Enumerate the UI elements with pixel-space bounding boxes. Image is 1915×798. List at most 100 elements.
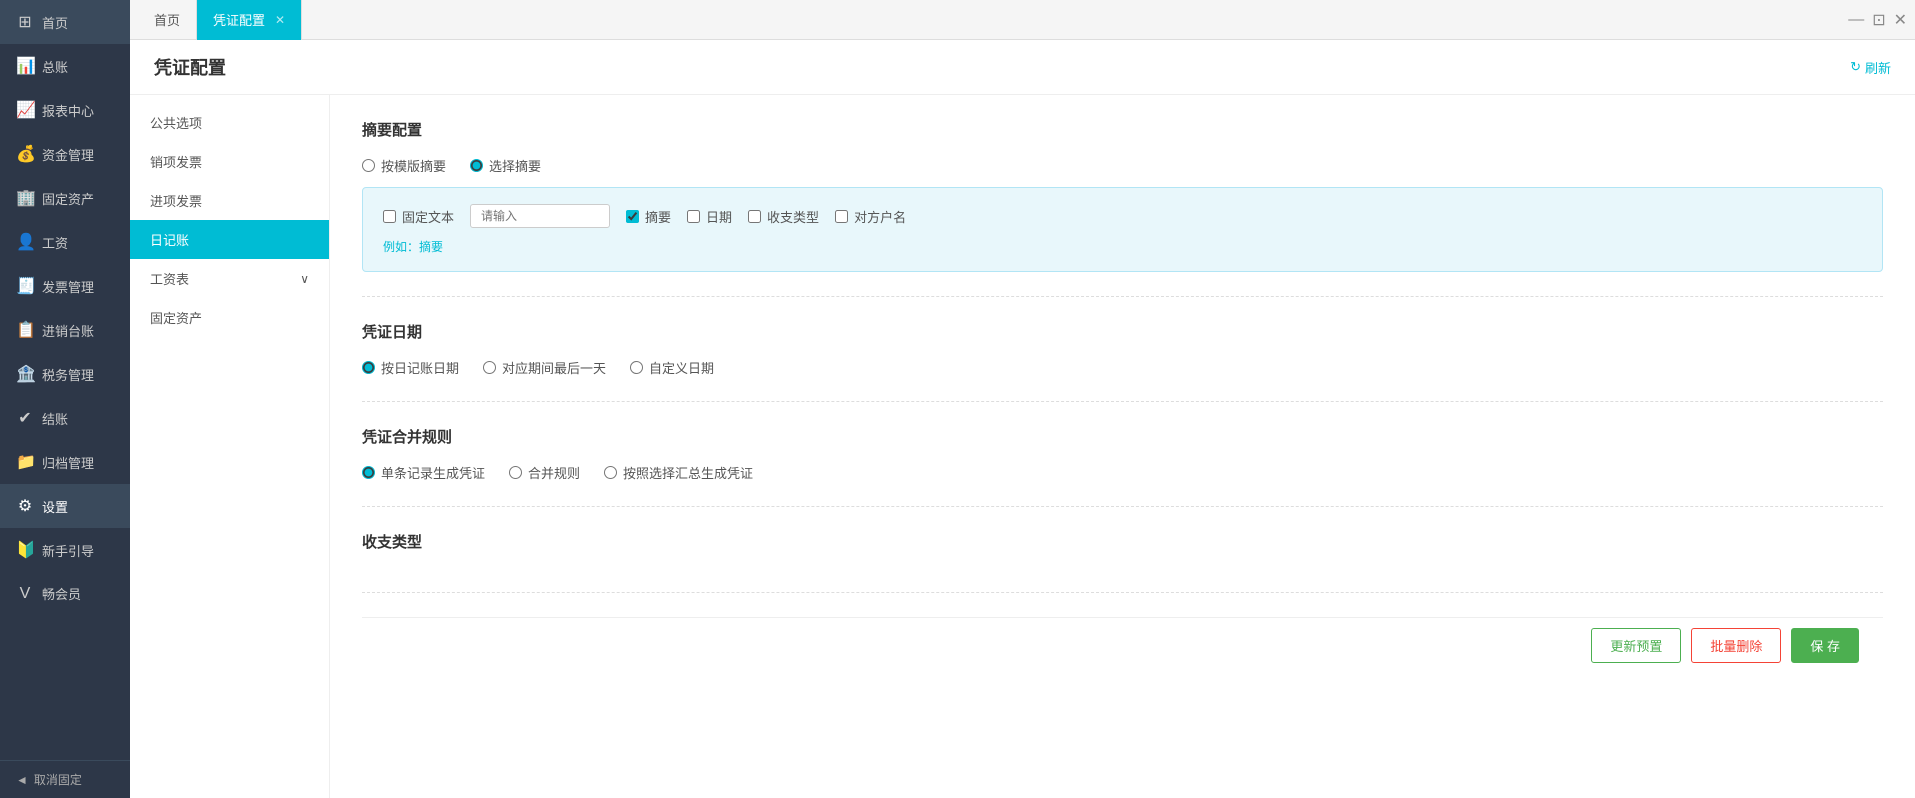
cancel-pin-label: 取消固定 [34, 771, 82, 788]
custom-date-radio[interactable]: 自定义日期 [630, 358, 714, 377]
sidebar-item-settings[interactable]: ⚙ 设置 [0, 484, 130, 528]
cancel-pin-button[interactable]: ◄ 取消固定 [0, 760, 130, 798]
tab-home[interactable]: 首页 [138, 0, 197, 40]
sidebar-item-tax[interactable]: 🏦 税务管理 [0, 352, 130, 396]
reports-icon: 📈 [16, 100, 34, 120]
summary-checkbox[interactable]: 摘要 [626, 207, 671, 226]
minimize-button[interactable]: — [1848, 11, 1864, 29]
select-summary-radio[interactable]: 选择摘要 [470, 156, 541, 175]
left-nav: 公共选项 销项发票 进项发票 日记账 工资表 ∨ 固定资产 [130, 95, 330, 798]
summary-input[interactable] [626, 210, 639, 223]
nav-item-payroll-sheet[interactable]: 工资表 ∨ [130, 259, 329, 298]
custom-date-input[interactable] [630, 361, 643, 374]
income-type-checkbox[interactable]: 收支类型 [748, 207, 819, 226]
sidebar-item-ledger[interactable]: 📊 总账 [0, 44, 130, 88]
tab-voucher-config-label: 凭证配置 [213, 10, 265, 29]
refresh-button[interactable]: ↻ 刷新 [1850, 58, 1891, 77]
settings-icon: ⚙ [16, 496, 34, 516]
nav-item-payroll-sheet-label: 工资表 [150, 269, 189, 288]
summary-options-row: 固定文本 摘要 日期 收支类型 [383, 204, 1862, 228]
sidebar-item-guide[interactable]: 🔰 新手引导 [0, 528, 130, 572]
chevron-down-icon: ∨ [300, 272, 309, 286]
summary-config-box: 固定文本 摘要 日期 收支类型 [362, 187, 1883, 272]
close-window-button[interactable]: ✕ [1894, 10, 1907, 30]
sidebar-item-payroll[interactable]: 👤 工资 [0, 220, 130, 264]
single-record-radio[interactable]: 单条记录生成凭证 [362, 463, 485, 482]
payroll-icon: 👤 [16, 232, 34, 252]
fixed-text-checkbox[interactable]: 固定文本 [383, 207, 454, 226]
date-checkbox[interactable]: 日期 [687, 207, 732, 226]
vip-icon: V [16, 585, 34, 603]
summary-label: 摘要 [645, 207, 671, 226]
nav-item-sales-invoice-label: 销项发票 [150, 152, 202, 171]
fixed-text-input[interactable] [383, 210, 396, 223]
update-preview-button[interactable]: 更新预置 [1591, 628, 1681, 663]
batch-delete-button[interactable]: 批量删除 [1691, 628, 1781, 663]
select-summary-gen-radio[interactable]: 按照选择汇总生成凭证 [604, 463, 753, 482]
journal-date-radio[interactable]: 按日记账日期 [362, 358, 459, 377]
custom-date-label: 自定义日期 [649, 358, 714, 377]
income-type-input[interactable] [748, 210, 761, 223]
sidebar-item-archive[interactable]: 📁 归档管理 [0, 440, 130, 484]
sidebar-item-label: 进销台账 [42, 321, 94, 340]
sidebar-item-vip[interactable]: V 畅会员 [0, 572, 130, 615]
sidebar-item-reports[interactable]: 📈 报表中心 [0, 88, 130, 132]
nav-item-purchase-invoice-label: 进项发票 [150, 191, 202, 210]
merge-rule-radio[interactable]: 合并规则 [509, 463, 580, 482]
merge-rule-input[interactable] [509, 466, 522, 479]
nav-item-fixed-assets[interactable]: 固定资产 [130, 298, 329, 337]
journal-date-label: 按日记账日期 [381, 358, 459, 377]
counterpart-checkbox[interactable]: 对方户名 [835, 207, 906, 226]
nav-item-journal[interactable]: 日记账 [130, 220, 329, 259]
content-area: 公共选项 销项发票 进项发票 日记账 工资表 ∨ 固定资产 摘要配置 [130, 95, 1915, 798]
sidebar-item-label: 总账 [42, 57, 68, 76]
select-summary-input[interactable] [470, 159, 483, 172]
tab-bar: 首页 凭证配置 ✕ — ⊡ ✕ [130, 0, 1915, 40]
tab-home-label: 首页 [154, 10, 180, 29]
action-bar: 更新预置 批量删除 保 存 [362, 617, 1883, 673]
template-summary-radio[interactable]: 按模版摘要 [362, 156, 446, 175]
sidebar: ⊞ 首页 📊 总账 📈 报表中心 💰 资金管理 🏢 固定资产 👤 工资 🧾 发票… [0, 0, 130, 798]
nav-item-purchase-invoice[interactable]: 进项发票 [130, 181, 329, 220]
assets-icon: 🏢 [16, 188, 34, 208]
sidebar-item-home[interactable]: ⊞ 首页 [0, 0, 130, 44]
date-input[interactable] [687, 210, 700, 223]
fixed-text-field[interactable] [470, 204, 610, 228]
select-summary-gen-input[interactable] [604, 466, 617, 479]
income-type-label: 收支类型 [767, 207, 819, 226]
sidebar-item-funds[interactable]: 💰 资金管理 [0, 132, 130, 176]
pin-icon: ◄ [16, 773, 28, 787]
merge-radio-group: 单条记录生成凭证 合并规则 按照选择汇总生成凭证 [362, 463, 1883, 482]
template-summary-input[interactable] [362, 159, 375, 172]
merge-title: 凭证合并规则 [362, 426, 1883, 447]
counterpart-input[interactable] [835, 210, 848, 223]
maximize-button[interactable]: ⊡ [1872, 10, 1885, 30]
template-summary-label: 按模版摘要 [381, 156, 446, 175]
close-tab-icon[interactable]: ✕ [275, 13, 285, 27]
journal-date-input[interactable] [362, 361, 375, 374]
sidebar-item-sales-ledger[interactable]: 📋 进销台账 [0, 308, 130, 352]
sidebar-item-assets[interactable]: 🏢 固定资产 [0, 176, 130, 220]
sidebar-item-invoice-mgmt[interactable]: 🧾 发票管理 [0, 264, 130, 308]
sales-ledger-icon: 📋 [16, 320, 34, 340]
window-controls: — ⊡ ✕ [1848, 10, 1907, 30]
main-content: 首页 凭证配置 ✕ — ⊡ ✕ 凭证配置 ↻ 刷新 公共选项 销项发票 [130, 0, 1915, 798]
page-header: 凭证配置 ↻ 刷新 [130, 40, 1915, 95]
last-day-radio[interactable]: 对应期间最后一天 [483, 358, 606, 377]
single-record-input[interactable] [362, 466, 375, 479]
ledger-icon: 📊 [16, 56, 34, 76]
sidebar-item-label: 工资 [42, 233, 68, 252]
last-day-input[interactable] [483, 361, 496, 374]
counterpart-label: 对方户名 [854, 207, 906, 226]
invoice-mgmt-icon: 🧾 [16, 276, 34, 296]
sidebar-item-label: 畅会员 [42, 584, 81, 603]
save-button[interactable]: 保 存 [1791, 628, 1859, 663]
fixed-text-label: 固定文本 [402, 207, 454, 226]
sidebar-item-label: 固定资产 [42, 189, 94, 208]
sidebar-item-settlement[interactable]: ✔ 结账 [0, 396, 130, 440]
nav-item-sales-invoice[interactable]: 销项发票 [130, 142, 329, 181]
tab-voucher-config[interactable]: 凭证配置 ✕ [197, 0, 302, 40]
single-record-label: 单条记录生成凭证 [381, 463, 485, 482]
nav-item-public[interactable]: 公共选项 [130, 103, 329, 142]
sidebar-item-label: 结账 [42, 409, 68, 428]
